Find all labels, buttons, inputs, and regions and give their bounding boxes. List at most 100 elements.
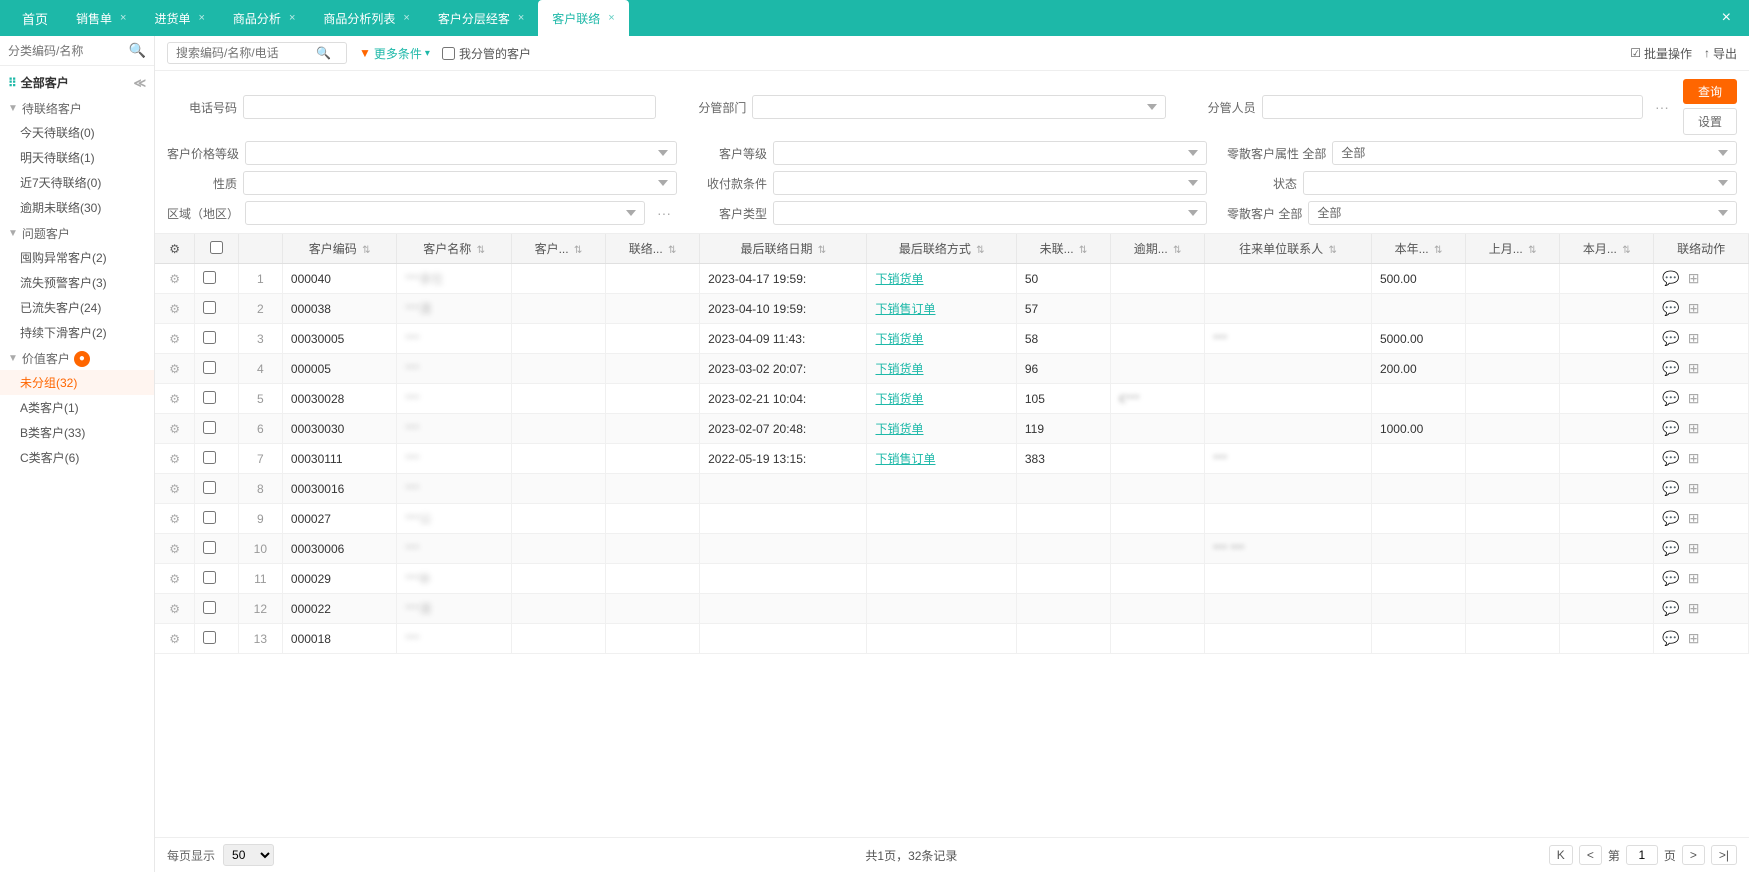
row-select-checkbox[interactable] [203,451,216,464]
filter-region-select[interactable] [245,201,645,225]
chat-icon[interactable]: 💬 [1662,570,1679,587]
col-no-contact[interactable]: 未联... ⇅ [1016,234,1110,264]
reset-button[interactable]: 设置 [1683,108,1737,135]
grid-action-icon[interactable]: ⊞ [1688,450,1700,467]
grid-action-icon[interactable]: ⊞ [1688,420,1700,437]
last-method-link[interactable]: 下销售订单 [875,452,935,466]
row-select-checkbox[interactable] [203,421,216,434]
row-settings[interactable]: ⚙ [155,594,195,624]
chat-icon[interactable]: 💬 [1662,330,1679,347]
batch-ops-button[interactable]: ☑ 批量操作 [1630,45,1692,62]
collapse-sidebar-icon[interactable]: ≪ [133,76,146,90]
row-select-checkbox[interactable] [203,271,216,284]
row-settings[interactable]: ⚙ [155,444,195,474]
sidebar-group-problem[interactable]: ▼ 问题客户 [0,220,154,245]
row-settings[interactable]: ⚙ [155,354,195,384]
row-settings[interactable]: ⚙ [155,564,195,594]
page-number-input[interactable] [1626,845,1658,865]
row-select-checkbox[interactable] [203,361,216,374]
row-settings[interactable]: ⚙ [155,384,195,414]
grid-action-icon[interactable]: ⊞ [1688,570,1700,587]
chat-icon[interactable]: 💬 [1662,390,1679,407]
row-settings[interactable]: ⚙ [155,414,195,444]
row-settings[interactable]: ⚙ [155,324,195,354]
chat-icon[interactable]: 💬 [1662,480,1679,497]
row-settings[interactable]: ⚙ [155,294,195,324]
chat-icon[interactable]: 💬 [1662,300,1679,317]
prev-page-button[interactable]: < [1579,845,1602,865]
filter-phone-input[interactable] [243,95,656,119]
all-customers-header[interactable]: ⠿ 全部客户 ≪ [0,66,154,95]
my-customers-checkbox-label[interactable]: 我分管的客户 [442,45,531,62]
col-type[interactable]: 客户... ⇅ [511,234,605,264]
category-search-input[interactable] [8,44,129,58]
col-overdue[interactable]: 逾期... ⇅ [1111,234,1205,264]
chat-icon[interactable]: 💬 [1662,510,1679,527]
nav-home[interactable]: 首页 [8,0,62,36]
close-tab-customer-segment-icon[interactable]: × [518,12,524,24]
col-this-year[interactable]: 本年... ⇅ [1371,234,1465,264]
sidebar-item-overdue-pending[interactable]: 逾期未联络(30) [0,195,154,220]
filter-region-dots[interactable]: ··· [651,205,677,221]
more-conditions-button[interactable]: ▼ 更多条件 ▾ [359,45,430,62]
grid-action-icon[interactable]: ⊞ [1688,360,1700,377]
grid-action-icon[interactable]: ⊞ [1688,540,1700,557]
col-unit-contact[interactable]: 往来单位联系人 ⇅ [1205,234,1372,264]
select-all-checkbox[interactable] [210,241,223,254]
row-settings[interactable]: ⚙ [155,624,195,654]
grid-action-icon[interactable]: ⊞ [1688,510,1700,527]
row-select-checkbox[interactable] [203,301,216,314]
filter-status-select[interactable] [1303,171,1737,195]
row-select-checkbox[interactable] [203,541,216,554]
chat-icon[interactable]: 💬 [1662,540,1679,557]
chat-icon[interactable]: 💬 [1662,420,1679,437]
close-all-button[interactable]: × [1712,9,1741,27]
row-select-checkbox[interactable] [203,391,216,404]
col-code[interactable]: 客户编码 ⇅ [282,234,396,264]
row-select-checkbox[interactable] [203,481,216,494]
last-method-link[interactable]: 下销货单 [875,422,923,436]
chat-icon[interactable]: 💬 [1662,270,1679,287]
chat-icon[interactable]: 💬 [1662,630,1679,647]
row-settings[interactable]: ⚙ [155,534,195,564]
filter-customer-level-select[interactable] [773,141,1207,165]
sidebar-item-ungrouped[interactable]: 未分组(32) [0,370,154,395]
col-name[interactable]: 客户名称 ⇅ [397,234,511,264]
filter-nature-select[interactable] [243,171,677,195]
sidebar-item-churned[interactable]: 已流失客户(24) [0,295,154,320]
close-tab-product-analysis-icon[interactable]: × [289,12,295,24]
close-tab-product-list-icon[interactable]: × [403,12,409,24]
sidebar-item-churn-warning[interactable]: 流失预警客户(3) [0,270,154,295]
next-page-button[interactable]: > [1682,845,1705,865]
sidebar-group-value[interactable]: ▼ 价值客户 ● [0,345,154,370]
sidebar-item-tomorrow-pending[interactable]: 明天待联络(1) [0,145,154,170]
col-last-method[interactable]: 最后联络方式 ⇅ [867,234,1016,264]
filter-customer-type-select[interactable] [773,201,1207,225]
row-last-method[interactable]: 下销货单 [867,264,1016,294]
sidebar-group-pending[interactable]: ▼ 待联络客户 [0,95,154,120]
nav-tab-sales[interactable]: 销售单 × [62,0,140,36]
col-last-month[interactable]: 上月... ⇅ [1466,234,1560,264]
nav-tab-customer-contact[interactable]: 客户联络 × [538,0,628,36]
sidebar-item-class-c[interactable]: C类客户(6) [0,445,154,470]
filter-scatter-customer-select[interactable]: 全部 [1308,201,1737,225]
col-this-month[interactable]: 本月... ⇅ [1560,234,1654,264]
last-method-link[interactable]: 下销货单 [875,362,923,376]
row-select-checkbox[interactable] [203,331,216,344]
filter-manager-input[interactable] [1262,95,1643,119]
row-settings[interactable]: ⚙ [155,474,195,504]
row-select-checkbox[interactable] [203,511,216,524]
close-tab-sales-icon[interactable]: × [120,12,126,24]
last-method-link[interactable]: 下销货单 [875,272,923,286]
last-method-link[interactable]: 下销售订单 [875,302,935,316]
sidebar-item-today-pending[interactable]: 今天待联络(0) [0,120,154,145]
last-method-link[interactable]: 下销货单 [875,332,923,346]
row-last-method[interactable]: 下销货单 [867,414,1016,444]
nav-tab-purchase[interactable]: 进货单 × [140,0,218,36]
nav-tab-product-analysis[interactable]: 商品分析 × [219,0,309,36]
filter-payment-select[interactable] [773,171,1207,195]
filter-scatter-attr-select[interactable]: 全部 [1332,141,1737,165]
col-contact[interactable]: 联络... ⇅ [606,234,700,264]
filter-price-level-select[interactable] [245,141,677,165]
category-search-icon[interactable]: 🔍 [129,42,146,59]
